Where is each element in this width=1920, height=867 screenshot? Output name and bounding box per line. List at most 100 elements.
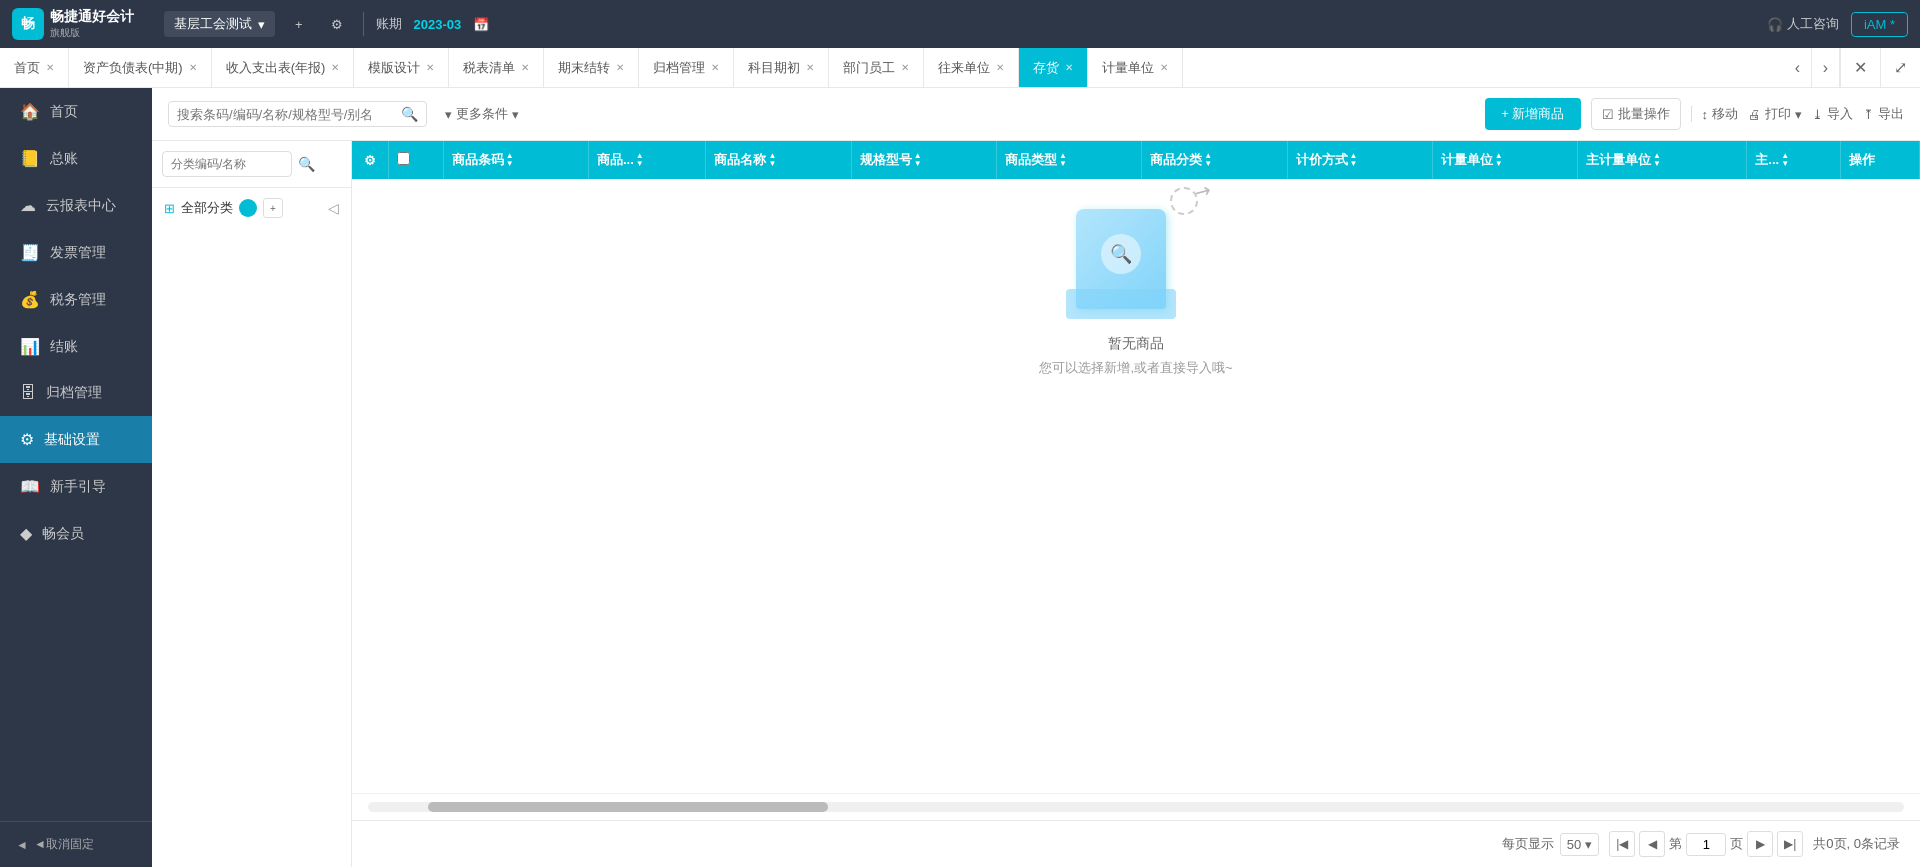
sidebar-item-archive[interactable]: 🗄 归档管理 <box>0 370 152 416</box>
th-type[interactable]: 商品类型 ▲▼ <box>996 141 1141 179</box>
tab-next-button[interactable]: › <box>1812 48 1840 88</box>
move-button[interactable]: ↕ 移动 <box>1702 105 1739 123</box>
th-name[interactable]: 商品名称 ▲▼ <box>706 141 851 179</box>
category-expand-btn[interactable]: + <box>263 198 283 218</box>
tab-archive[interactable]: 归档管理 ✕ <box>639 48 734 88</box>
tab-close-template[interactable]: ✕ <box>426 62 434 73</box>
add-tab-button[interactable]: + <box>287 13 311 36</box>
sidebar-item-cloud-report[interactable]: ☁ 云报表中心 <box>0 182 152 229</box>
tab-unit[interactable]: 计量单位 ✕ <box>1088 48 1183 88</box>
th-price-method[interactable]: 计价方式 ▲▼ <box>1287 141 1432 179</box>
tab-actions: ‹ › ✕ ⤢ <box>1784 48 1920 88</box>
calendar-icon[interactable]: 📅 <box>473 17 489 32</box>
sort-name[interactable]: ▲▼ <box>768 152 776 168</box>
all-category-item[interactable]: ⊞ 全部分类 + ◁ <box>152 188 351 228</box>
page-size-wrap: 每页显示 50 ▾ <box>1502 833 1599 856</box>
tab-close-dept[interactable]: ✕ <box>901 62 909 73</box>
sort-spec[interactable]: ▲▼ <box>914 152 922 168</box>
main-search-input[interactable] <box>177 107 397 122</box>
tab-close-balance[interactable]: ✕ <box>189 62 197 73</box>
settings-icon: ⚙ <box>20 430 34 449</box>
tab-prev-button[interactable]: ‹ <box>1784 48 1812 88</box>
th-unit[interactable]: 计量单位 ▲▼ <box>1432 141 1577 179</box>
sidebar-item-invoice[interactable]: 🧾 发票管理 <box>0 229 152 276</box>
period-label: 账期 <box>376 15 402 33</box>
page-last-button[interactable]: ▶| <box>1777 831 1803 857</box>
tab-template[interactable]: 模版设计 ✕ <box>354 48 449 88</box>
main-search-icon[interactable]: 🔍 <box>401 106 418 122</box>
category-search-icon[interactable]: 🔍 <box>298 156 315 172</box>
tab-close-subject[interactable]: ✕ <box>806 62 814 73</box>
th-settings[interactable]: ⚙ <box>352 141 388 179</box>
th-barcode[interactable]: 商品条码 ▲▼ <box>443 141 588 179</box>
select-all-checkbox[interactable] <box>397 152 410 165</box>
sort-code[interactable]: ▲▼ <box>636 152 644 168</box>
sidebar-item-settlement[interactable]: 📊 结账 <box>0 323 152 370</box>
page-prev-button[interactable]: ◀ <box>1639 831 1665 857</box>
tab-close-period[interactable]: ✕ <box>616 62 624 73</box>
tab-income-statement[interactable]: 收入支出表(年报) ✕ <box>212 48 355 88</box>
gear-icon: ⚙ <box>331 17 343 32</box>
sort-num[interactable]: ▲▼ <box>1781 152 1789 168</box>
tab-close-archive[interactable]: ✕ <box>711 62 719 73</box>
tab-close-inventory[interactable]: ✕ <box>1065 62 1073 73</box>
consulting-button[interactable]: 🎧 人工咨询 <box>1767 15 1839 33</box>
th-code[interactable]: 商品... ▲▼ <box>589 141 706 179</box>
th-num[interactable]: 主... ▲▼ <box>1747 141 1840 179</box>
export-button[interactable]: ⤒ 导出 <box>1863 105 1904 123</box>
empty-illustration: 🔍 ↗ <box>1056 179 1216 319</box>
sort-unit[interactable]: ▲▼ <box>1495 152 1503 168</box>
horizontal-scrollbar[interactable] <box>368 802 1904 812</box>
tab-period-carry[interactable]: 期末结转 ✕ <box>544 48 639 88</box>
tab-partner[interactable]: 往来单位 ✕ <box>924 48 1019 88</box>
tab-tax-list[interactable]: 税表清单 ✕ <box>449 48 544 88</box>
tab-close-tax[interactable]: ✕ <box>521 62 529 73</box>
logo-name: 畅捷通好会计 <box>50 8 134 26</box>
page-next-button[interactable]: ▶ <box>1747 831 1773 857</box>
th-main-unit[interactable]: 主计量单位 ▲▼ <box>1578 141 1747 179</box>
th-spec[interactable]: 规格型号 ▲▼ <box>851 141 996 179</box>
tab-expand-button[interactable]: ⤢ <box>1880 48 1920 88</box>
th-checkbox[interactable] <box>388 141 443 179</box>
account-button[interactable]: iAM * <box>1851 12 1908 37</box>
tab-close-income[interactable]: ✕ <box>331 62 339 73</box>
tab-dept-staff[interactable]: 部门员工 ✕ <box>829 48 924 88</box>
new-item-button[interactable]: + 新增商品 <box>1485 98 1580 130</box>
tab-subject-init[interactable]: 科目期初 ✕ <box>734 48 829 88</box>
tab-inventory[interactable]: 存货 ✕ <box>1019 48 1088 88</box>
tab-close-homepage[interactable]: ✕ <box>46 62 54 73</box>
sidebar-item-home[interactable]: 🏠 首页 <box>0 88 152 135</box>
sidebar-unpin-button[interactable]: ◄ ◄取消固定 <box>0 821 152 867</box>
page-size-select[interactable]: 50 ▾ <box>1560 833 1599 856</box>
sidebar-item-settings[interactable]: ⚙ 基础设置 <box>0 416 152 463</box>
page-number-input[interactable] <box>1686 833 1726 856</box>
sidebar-item-guide[interactable]: 📖 新手引导 <box>0 463 152 510</box>
sort-category[interactable]: ▲▼ <box>1204 152 1212 168</box>
settings-button[interactable]: ⚙ <box>323 13 351 36</box>
print-button[interactable]: 🖨 打印 ▾ <box>1748 105 1802 123</box>
filter-button[interactable]: ▾ 更多条件 ▾ <box>437 101 527 127</box>
tab-close-partner[interactable]: ✕ <box>996 62 1004 73</box>
sort-type[interactable]: ▲▼ <box>1059 152 1067 168</box>
sort-main-unit[interactable]: ▲▼ <box>1653 152 1661 168</box>
sidebar-label-cloud: 云报表中心 <box>46 197 116 215</box>
sidebar-item-ledger[interactable]: 📒 总账 <box>0 135 152 182</box>
tab-close-unit[interactable]: ✕ <box>1160 62 1168 73</box>
company-selector[interactable]: 基层工会测试 ▾ <box>164 11 275 37</box>
sidebar-item-member[interactable]: ◆ 畅会员 <box>0 510 152 557</box>
sidebar-item-tax[interactable]: 💰 税务管理 <box>0 276 152 323</box>
th-action: 操作 <box>1840 141 1919 179</box>
batch-operation-button[interactable]: ☑ 批量操作 <box>1591 98 1681 130</box>
empty-doc-icon: 🔍 <box>1101 234 1141 274</box>
sort-price[interactable]: ▲▼ <box>1350 152 1358 168</box>
tab-close-all-button[interactable]: ✕ <box>1840 48 1880 88</box>
sort-barcode[interactable]: ▲▼ <box>506 152 514 168</box>
th-category[interactable]: 商品分类 ▲▼ <box>1142 141 1287 179</box>
tab-homepage[interactable]: 首页 ✕ <box>0 48 69 88</box>
page-first-button[interactable]: |◀ <box>1609 831 1635 857</box>
category-search-input[interactable] <box>162 151 292 177</box>
sidebar-label-guide: 新手引导 <box>50 478 106 496</box>
import-button[interactable]: ⤓ 导入 <box>1812 105 1853 123</box>
collapse-panel-icon[interactable]: ◁ <box>328 200 339 216</box>
tab-balance-sheet[interactable]: 资产负债表(中期) ✕ <box>69 48 212 88</box>
